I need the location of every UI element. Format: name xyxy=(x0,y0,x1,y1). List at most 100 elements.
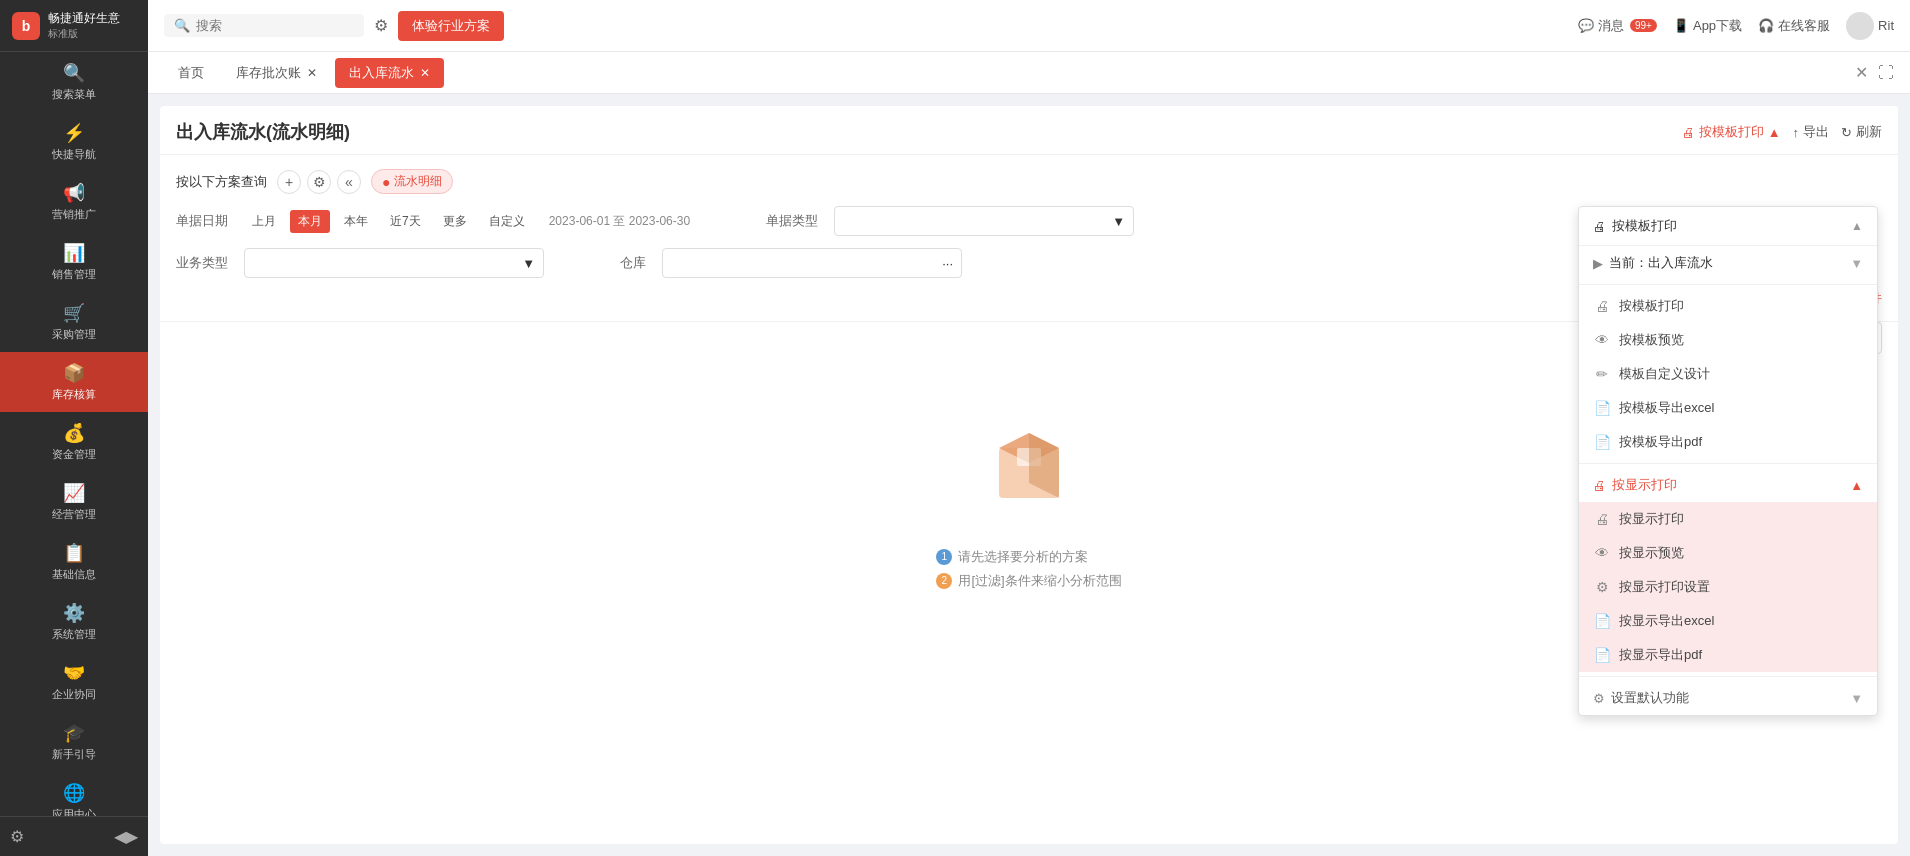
warehouse-more-icon: ··· xyxy=(942,256,953,271)
date-tab-custom[interactable]: 自定义 xyxy=(481,210,533,233)
dropdown-item-template-pdf[interactable]: 📄 按模板导出pdf xyxy=(1579,425,1877,459)
appcenter-icon: 🌐 xyxy=(63,782,85,804)
tab-home[interactable]: 首页 xyxy=(164,58,218,88)
empty-tips: 1 请先选择要分析的方案 2 用[过滤]条件来缩小分析范围 xyxy=(936,548,1121,596)
search-box[interactable]: 🔍 xyxy=(164,14,364,37)
sidebar-collapse-icon[interactable]: ◀▶ xyxy=(114,827,138,846)
sidebar-item-sales[interactable]: 📊 销售管理 xyxy=(0,232,148,292)
sidebar-item-basic[interactable]: 📋 基础信息 xyxy=(0,532,148,592)
section3-chevron: ▼ xyxy=(1850,691,1863,706)
tab-expand-icon[interactable]: ⛶ xyxy=(1878,64,1894,82)
biztype-select[interactable]: ▼ xyxy=(244,248,544,278)
dropdown-item-template-print[interactable]: 🖨 按模板打印 xyxy=(1579,289,1877,323)
type-select[interactable]: ▼ xyxy=(834,206,1134,236)
date-tab-this-year[interactable]: 本年 xyxy=(336,210,376,233)
refresh-icon: ↻ xyxy=(1841,125,1852,140)
warehouse-select[interactable]: ··· xyxy=(662,248,962,278)
filter-collapse-btn[interactable]: « xyxy=(337,170,361,194)
topbar: 🔍 ⚙ 体验行业方案 💬 消息 99+ 📱 App下载 🎧 在线客服 Rit xyxy=(148,0,1910,52)
biztype-label: 业务类型 xyxy=(176,254,228,272)
date-tab-this-month[interactable]: 本月 xyxy=(290,210,330,233)
page-container: 出入库流水(流水明细) 🖨 按模板打印 ▲ ↑ 导出 ↻ 刷新 xyxy=(160,106,1898,844)
tab-inout-flow-close[interactable]: ✕ xyxy=(420,67,430,79)
export-btn[interactable]: ↑ 导出 xyxy=(1793,123,1830,141)
tab-batch-account-close[interactable]: ✕ xyxy=(307,67,317,79)
display-print-header-icon: 🖨 xyxy=(1593,478,1606,493)
dropdown-item-display-pdf[interactable]: 📄 按显示导出pdf xyxy=(1579,638,1877,672)
tab-inout-flow[interactable]: 出入库流水 ✕ xyxy=(335,58,444,88)
sidebar-item-marketing[interactable]: 📢 营销推广 xyxy=(0,172,148,232)
search-menu-icon: 🔍 xyxy=(63,62,85,84)
dropdown-item-display-excel[interactable]: 📄 按显示导出excel xyxy=(1579,604,1877,638)
sidebar: b 畅捷通好生意 标准版 🔍 搜索菜单 ⚡ 快捷导航 📢 营销推广 📊 销售管理… xyxy=(0,0,148,856)
date-tab-last-month[interactable]: 上月 xyxy=(244,210,284,233)
sidebar-settings-icon[interactable]: ⚙ xyxy=(10,827,24,846)
dropdown-collapse-icon[interactable]: ▲ xyxy=(1851,219,1863,233)
empty-tip-2: 2 用[过滤]条件来缩小分析范围 xyxy=(936,572,1121,590)
sidebar-item-operations[interactable]: 📈 经营管理 xyxy=(0,472,148,532)
online-service-btn[interactable]: 🎧 在线客服 xyxy=(1758,17,1830,35)
filter-add-btn[interactable]: + xyxy=(277,170,301,194)
sidebar-item-appcenter[interactable]: 🌐 应用中心 xyxy=(0,772,148,816)
sidebar-bottom: ⚙ ◀▶ xyxy=(0,816,148,856)
date-range: 2023-06-01 至 2023-06-30 xyxy=(549,213,690,230)
print-icon: 🖨 xyxy=(1593,298,1611,314)
filter-tag-icon: ● xyxy=(382,174,390,190)
chevron-down-icon: ▼ xyxy=(1112,214,1125,229)
tab-close-all-icon[interactable]: ✕ xyxy=(1855,63,1868,82)
printer-icon: 🖨 xyxy=(1682,125,1695,140)
user-avatar xyxy=(1846,12,1874,40)
chevron-up-icon: ▲ xyxy=(1768,125,1781,140)
display-settings-icon: ⚙ xyxy=(1593,579,1611,595)
page-header-actions: 🖨 按模板打印 ▲ ↑ 导出 ↻ 刷新 xyxy=(1682,123,1882,141)
purchase-icon: 🛒 xyxy=(63,302,85,324)
sales-icon: 📊 xyxy=(63,242,85,264)
sidebar-item-purchase[interactable]: 🛒 采购管理 xyxy=(0,292,148,352)
sidebar-item-collab[interactable]: 🤝 企业协同 xyxy=(0,652,148,712)
sidebar-item-finance[interactable]: 💰 资金管理 xyxy=(0,412,148,472)
sidebar-item-system[interactable]: ⚙️ 系统管理 xyxy=(0,592,148,652)
industry-btn[interactable]: 体验行业方案 xyxy=(398,11,504,41)
divider-1 xyxy=(1579,284,1877,285)
tip-num-2: 2 xyxy=(936,573,952,589)
filter-settings-btn[interactable]: ⚙ xyxy=(307,170,331,194)
date-tab-7days[interactable]: 近7天 xyxy=(382,210,429,233)
page-body: 出入库流水(流水明细) 🖨 按模板打印 ▲ ↑ 导出 ↻ 刷新 xyxy=(148,94,1910,856)
date-tab-more[interactable]: 更多 xyxy=(435,210,475,233)
user-profile[interactable]: Rit xyxy=(1846,12,1894,40)
page-title: 出入库流水(流水明细) xyxy=(176,120,350,144)
empty-box-svg xyxy=(979,413,1079,513)
dropdown-section2-header: 🖨 按显示打印 ▲ xyxy=(1579,468,1877,502)
logo-text: 畅捷通好生意 标准版 xyxy=(48,10,120,41)
dropdown-item-template-preview[interactable]: 👁 按模板预览 xyxy=(1579,323,1877,357)
tab-batch-account[interactable]: 库存批次账 ✕ xyxy=(222,58,331,88)
guide-icon: 🎓 xyxy=(63,722,85,744)
dropdown-section2-chevron: ▲ xyxy=(1850,478,1863,493)
sidebar-item-guide[interactable]: 🎓 新手引导 xyxy=(0,712,148,772)
dropdown-item-template-design[interactable]: ✏ 模板自定义设计 xyxy=(1579,357,1877,391)
printer-header-icon: 🖨 xyxy=(1593,219,1606,234)
dropdown-item-template-excel[interactable]: 📄 按模板导出excel xyxy=(1579,391,1877,425)
dropdown-item-display-preview[interactable]: 👁 按显示预览 xyxy=(1579,536,1877,570)
dropdown-item-display-settings[interactable]: ⚙ 按显示打印设置 xyxy=(1579,570,1877,604)
default-settings-icon: ⚙ xyxy=(1593,691,1605,706)
sidebar-item-inventory[interactable]: 📦 库存核算 xyxy=(0,352,148,412)
dropdown-item-display-print[interactable]: 🖨 按显示打印 xyxy=(1579,502,1877,536)
topbar-settings-icon[interactable]: ⚙ xyxy=(374,16,388,35)
print-template-btn[interactable]: 🖨 按模板打印 ▲ xyxy=(1682,123,1781,141)
user-name: Rit xyxy=(1878,18,1894,33)
sidebar-item-search[interactable]: 🔍 搜索菜单 xyxy=(0,52,148,112)
search-input[interactable] xyxy=(196,18,354,33)
sidebar-item-nav[interactable]: ⚡ 快捷导航 xyxy=(0,112,148,172)
print-dropdown: 🖨 按模板打印 ▲ ▶ 当前：出入库流水 ▼ 🖨 xyxy=(1578,206,1878,716)
message-btn[interactable]: 💬 消息 99+ xyxy=(1578,17,1657,35)
app-download-btn[interactable]: 📱 App下载 xyxy=(1673,17,1742,35)
refresh-btn[interactable]: ↻ 刷新 xyxy=(1841,123,1882,141)
inventory-icon: 📦 xyxy=(63,362,85,384)
divider-2 xyxy=(1579,463,1877,464)
dropdown-header-title: 🖨 按模板打印 xyxy=(1593,217,1677,235)
dropdown-current-chevron: ▼ xyxy=(1850,256,1863,271)
divider-3 xyxy=(1579,676,1877,677)
biztype-chevron-icon: ▼ xyxy=(522,256,535,271)
dropdown-section3[interactable]: ⚙ 设置默认功能 ▼ xyxy=(1579,681,1877,715)
